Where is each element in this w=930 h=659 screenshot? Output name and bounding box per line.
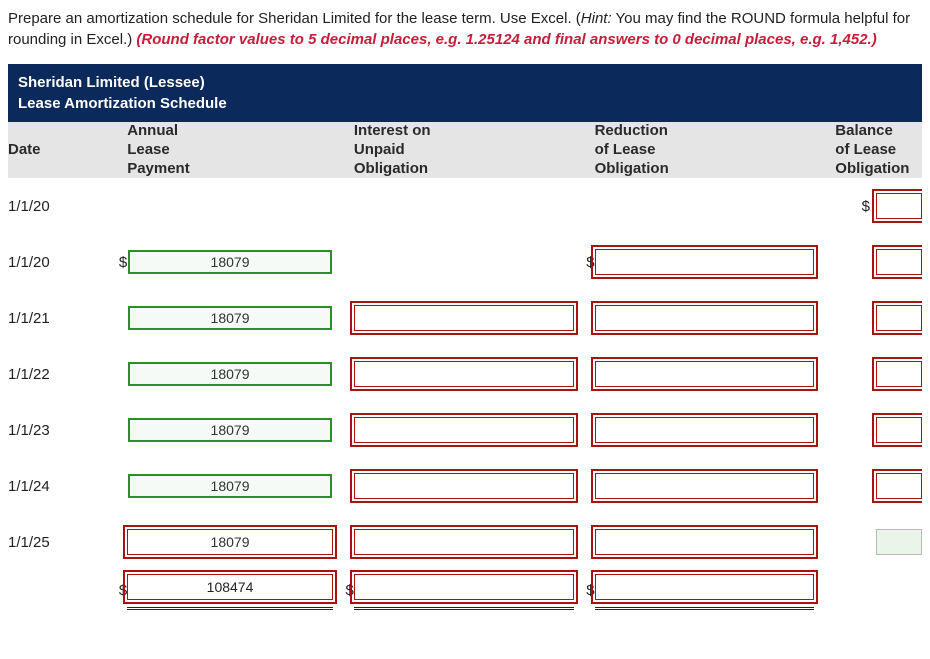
reduction-input[interactable] bbox=[595, 305, 815, 331]
dollar-sign: $ bbox=[586, 582, 594, 599]
balance-input[interactable] bbox=[876, 361, 922, 387]
balance-input[interactable] bbox=[876, 193, 922, 219]
table-row: 1/1/22 18079 bbox=[8, 346, 922, 402]
payment-input[interactable]: 18079 bbox=[127, 417, 333, 443]
date-cell: 1/1/24 bbox=[8, 458, 106, 514]
hint-label: Hint: bbox=[581, 10, 612, 27]
interest-input[interactable] bbox=[354, 417, 574, 443]
date-cell: 1/1/23 bbox=[8, 402, 106, 458]
table-header-row: Date Annual Lease Payment Interest on Un… bbox=[8, 122, 922, 178]
header-balance: Balance of Lease Obligation bbox=[835, 122, 922, 178]
payment-input[interactable]: 18079 bbox=[127, 361, 333, 387]
header-interest: Interest on Unpaid Obligation bbox=[354, 122, 574, 178]
total-interest-input[interactable] bbox=[354, 574, 574, 600]
dollar-sign: $ bbox=[586, 254, 594, 271]
date-cell: 1/1/21 bbox=[8, 290, 106, 346]
total-reduction-input[interactable] bbox=[595, 574, 815, 600]
balance-input[interactable] bbox=[876, 305, 922, 331]
payment-input[interactable]: 18079 bbox=[127, 473, 333, 499]
interest-input[interactable] bbox=[354, 529, 574, 555]
reduction-input[interactable] bbox=[595, 249, 815, 275]
reduction-input[interactable] bbox=[595, 417, 815, 443]
instruction-text: Prepare an amortization schedule for She… bbox=[8, 8, 922, 50]
date-cell: 1/1/20 bbox=[8, 234, 106, 290]
schedule-title-bar: Sheridan Limited (Lessee) Lease Amortiza… bbox=[8, 64, 922, 122]
table-row: 1/1/23 18079 bbox=[8, 402, 922, 458]
dollar-sign: $ bbox=[119, 254, 127, 271]
interest-input[interactable] bbox=[354, 305, 574, 331]
balance-input[interactable] bbox=[876, 249, 922, 275]
balance-input[interactable] bbox=[876, 473, 922, 499]
dollar-sign: $ bbox=[346, 582, 354, 599]
table-row: 1/1/21 18079 bbox=[8, 290, 922, 346]
dollar-sign: $ bbox=[119, 582, 127, 599]
instr-pre: Prepare an amortization schedule for She… bbox=[8, 10, 581, 27]
reduction-input[interactable] bbox=[595, 361, 815, 387]
balance-input[interactable] bbox=[876, 529, 922, 555]
balance-input[interactable] bbox=[876, 417, 922, 443]
date-cell: 1/1/22 bbox=[8, 346, 106, 402]
amortization-table: Date Annual Lease Payment Interest on Un… bbox=[8, 122, 922, 610]
table-row: 1/1/25 18079 bbox=[8, 514, 922, 570]
payment-input[interactable]: 18079 bbox=[127, 305, 333, 331]
round-note: (Round factor values to 5 decimal places… bbox=[136, 31, 876, 48]
title-company: Sheridan Limited (Lessee) bbox=[18, 72, 912, 93]
totals-row: $ 108474 $ $ bbox=[8, 570, 922, 610]
header-reduction: Reduction of Lease Obligation bbox=[595, 122, 815, 178]
title-subtitle: Lease Amortization Schedule bbox=[18, 93, 912, 114]
date-cell: 1/1/25 bbox=[8, 514, 106, 570]
interest-input[interactable] bbox=[354, 361, 574, 387]
header-date: Date bbox=[8, 122, 106, 178]
payment-input[interactable]: 18079 bbox=[127, 249, 333, 275]
table-row: 1/1/24 18079 bbox=[8, 458, 922, 514]
header-payment: Annual Lease Payment bbox=[127, 122, 333, 178]
dollar-sign: $ bbox=[862, 198, 870, 215]
date-cell: 1/1/20 bbox=[8, 178, 106, 234]
interest-input[interactable] bbox=[354, 473, 574, 499]
payment-input[interactable]: 18079 bbox=[127, 529, 333, 555]
total-payment-input[interactable]: 108474 bbox=[127, 574, 333, 600]
reduction-input[interactable] bbox=[595, 529, 815, 555]
table-row: 1/1/20$18079$ bbox=[8, 234, 922, 290]
reduction-input[interactable] bbox=[595, 473, 815, 499]
table-row: 1/1/20 $ bbox=[8, 178, 922, 234]
